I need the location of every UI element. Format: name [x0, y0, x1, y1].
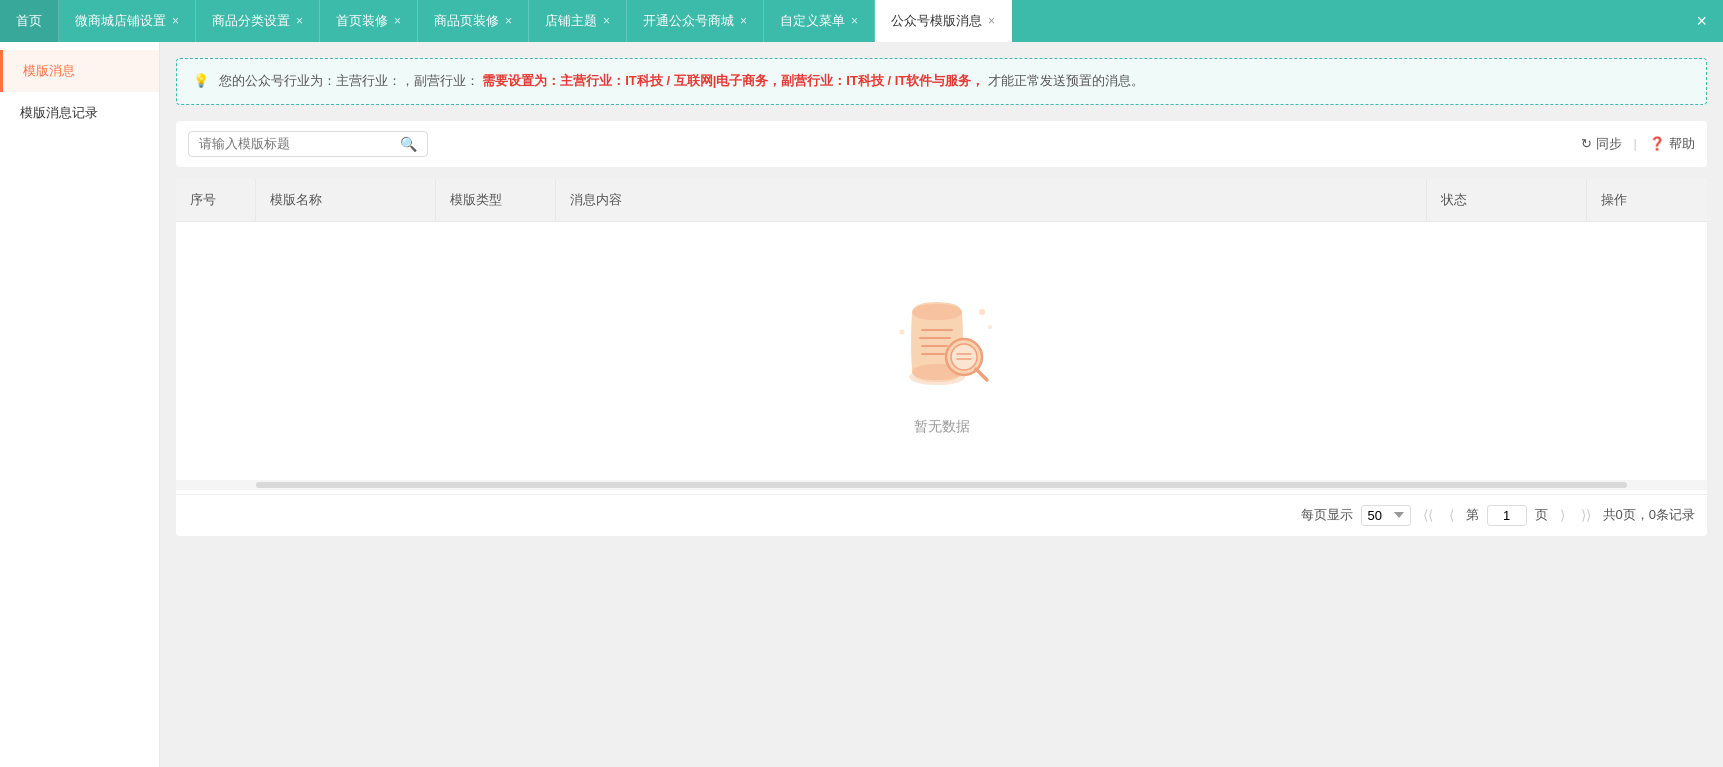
per-page-select[interactable]: 10 20 50 100: [1361, 505, 1411, 526]
tab-product-decor-label: 商品页装修: [434, 12, 499, 30]
main-layout: 模版消息 模版消息记录 💡 您的公众号行业为：主营行业：，副营行业： 需要设置为…: [0, 42, 1723, 767]
sync-icon: ↻: [1581, 136, 1592, 151]
top-nav: 首页 微商城店铺设置 × 商品分类设置 × 首页装修 × 商品页装修 × 店铺主…: [0, 0, 1723, 42]
help-icon: ❓: [1649, 136, 1665, 151]
sidebar-item-template-msg[interactable]: 模版消息: [0, 50, 159, 92]
tab-theme-label: 店铺主题: [545, 12, 597, 30]
search-input[interactable]: [199, 136, 400, 151]
tab-theme-close[interactable]: ×: [603, 14, 610, 28]
toolbar: 🔍 ↻ 同步 | ❓ 帮助: [176, 121, 1707, 167]
first-page-button[interactable]: ⟨⟨: [1419, 505, 1437, 525]
col-content: 消息内容: [556, 179, 1427, 221]
notice-highlight: 需要设置为：主营行业：IT科技 / 互联网|电子商务，副营行业：IT科技 / I…: [482, 73, 984, 88]
tab-template-msg[interactable]: 公众号模版消息 ×: [875, 0, 1012, 42]
content-area: 💡 您的公众号行业为：主营行业：，副营行业： 需要设置为：主营行业：IT科技 /…: [160, 42, 1723, 767]
tab-product-decor-close[interactable]: ×: [505, 14, 512, 28]
svg-point-12: [899, 329, 904, 334]
tab-wechat-shop-label: 微商城店铺设置: [75, 12, 166, 30]
tab-theme[interactable]: 店铺主题 ×: [529, 0, 627, 42]
search-icon[interactable]: 🔍: [400, 136, 417, 152]
tab-custom-menu[interactable]: 自定义菜单 ×: [764, 0, 875, 42]
tab-homepage-decor-label: 首页装修: [336, 12, 388, 30]
empty-illustration: [882, 282, 1002, 402]
notice-suffix: 才能正常发送预置的消息。: [988, 73, 1144, 88]
tab-category-label: 商品分类设置: [212, 12, 290, 30]
svg-point-11: [988, 325, 992, 329]
sidebar: 模版消息 模版消息记录: [0, 42, 160, 767]
col-actions: 操作: [1587, 179, 1707, 221]
page-unit: 页: [1535, 506, 1548, 524]
scrollbar-track: [256, 482, 1627, 488]
tab-template-msg-label: 公众号模版消息: [891, 12, 982, 30]
search-area: 🔍: [188, 131, 428, 157]
sync-label: 同步: [1596, 135, 1622, 153]
tab-homepage-decor[interactable]: 首页装修 ×: [320, 0, 418, 42]
tab-wechat-shop[interactable]: 微商城店铺设置 ×: [59, 0, 196, 42]
tab-open-mall-label: 开通公众号商城: [643, 12, 734, 30]
tab-homepage-decor-close[interactable]: ×: [394, 14, 401, 28]
tab-custom-menu-close[interactable]: ×: [851, 14, 858, 28]
tab-home-label: 首页: [16, 12, 42, 30]
toolbar-divider: |: [1634, 136, 1637, 151]
tab-category[interactable]: 商品分类设置 ×: [196, 0, 320, 42]
svg-point-6: [951, 344, 977, 370]
tab-open-mall[interactable]: 开通公众号商城 ×: [627, 0, 764, 42]
data-table: 序号 模版名称 模版类型 消息内容 状态 操作: [176, 179, 1707, 536]
per-page-label: 每页显示: [1301, 506, 1353, 524]
help-label: 帮助: [1669, 135, 1695, 153]
notice-icon: 💡: [193, 73, 209, 88]
tab-category-close[interactable]: ×: [296, 14, 303, 28]
col-name: 模版名称: [256, 179, 436, 221]
col-index: 序号: [176, 179, 256, 221]
sidebar-item-template-record[interactable]: 模版消息记录: [0, 92, 159, 134]
tab-custom-menu-label: 自定义菜单: [780, 12, 845, 30]
notice-prefix: 您的公众号行业为：主营行业：，副营行业：: [219, 73, 479, 88]
tab-home[interactable]: 首页: [0, 0, 59, 42]
page-summary: 共0页，0条记录: [1603, 506, 1695, 524]
horizontal-scrollbar[interactable]: [176, 480, 1707, 490]
empty-state: 暂无数据: [176, 222, 1707, 476]
svg-point-10: [979, 309, 985, 315]
notice-box: 💡 您的公众号行业为：主营行业：，副营行业： 需要设置为：主营行业：IT科技 /…: [176, 58, 1707, 105]
tab-open-mall-close[interactable]: ×: [740, 14, 747, 28]
page-label: 第: [1466, 506, 1479, 524]
sync-button[interactable]: ↻ 同步: [1581, 135, 1622, 153]
prev-page-button[interactable]: ⟨: [1445, 505, 1458, 525]
table-header: 序号 模版名称 模版类型 消息内容 状态 操作: [176, 179, 1707, 222]
svg-line-7: [976, 369, 987, 380]
empty-text: 暂无数据: [914, 418, 970, 436]
tab-wechat-shop-close[interactable]: ×: [172, 14, 179, 28]
next-page-button[interactable]: ⟩: [1556, 505, 1569, 525]
pagination: 每页显示 10 20 50 100 ⟨⟨ ⟨ 第 页 ⟩ ⟩⟩ 共0页，0条记录: [176, 494, 1707, 536]
toolbar-actions: ↻ 同步 | ❓ 帮助: [1581, 135, 1695, 153]
tab-template-msg-close[interactable]: ×: [988, 14, 995, 28]
sidebar-item-template-record-label: 模版消息记录: [20, 105, 98, 120]
global-close-button[interactable]: ×: [1680, 11, 1723, 32]
tab-product-decor[interactable]: 商品页装修 ×: [418, 0, 529, 42]
page-input[interactable]: [1487, 505, 1527, 526]
help-button[interactable]: ❓ 帮助: [1649, 135, 1695, 153]
last-page-button[interactable]: ⟩⟩: [1577, 505, 1595, 525]
col-status: 状态: [1427, 179, 1587, 221]
col-type: 模版类型: [436, 179, 556, 221]
sidebar-item-template-msg-label: 模版消息: [23, 63, 75, 78]
